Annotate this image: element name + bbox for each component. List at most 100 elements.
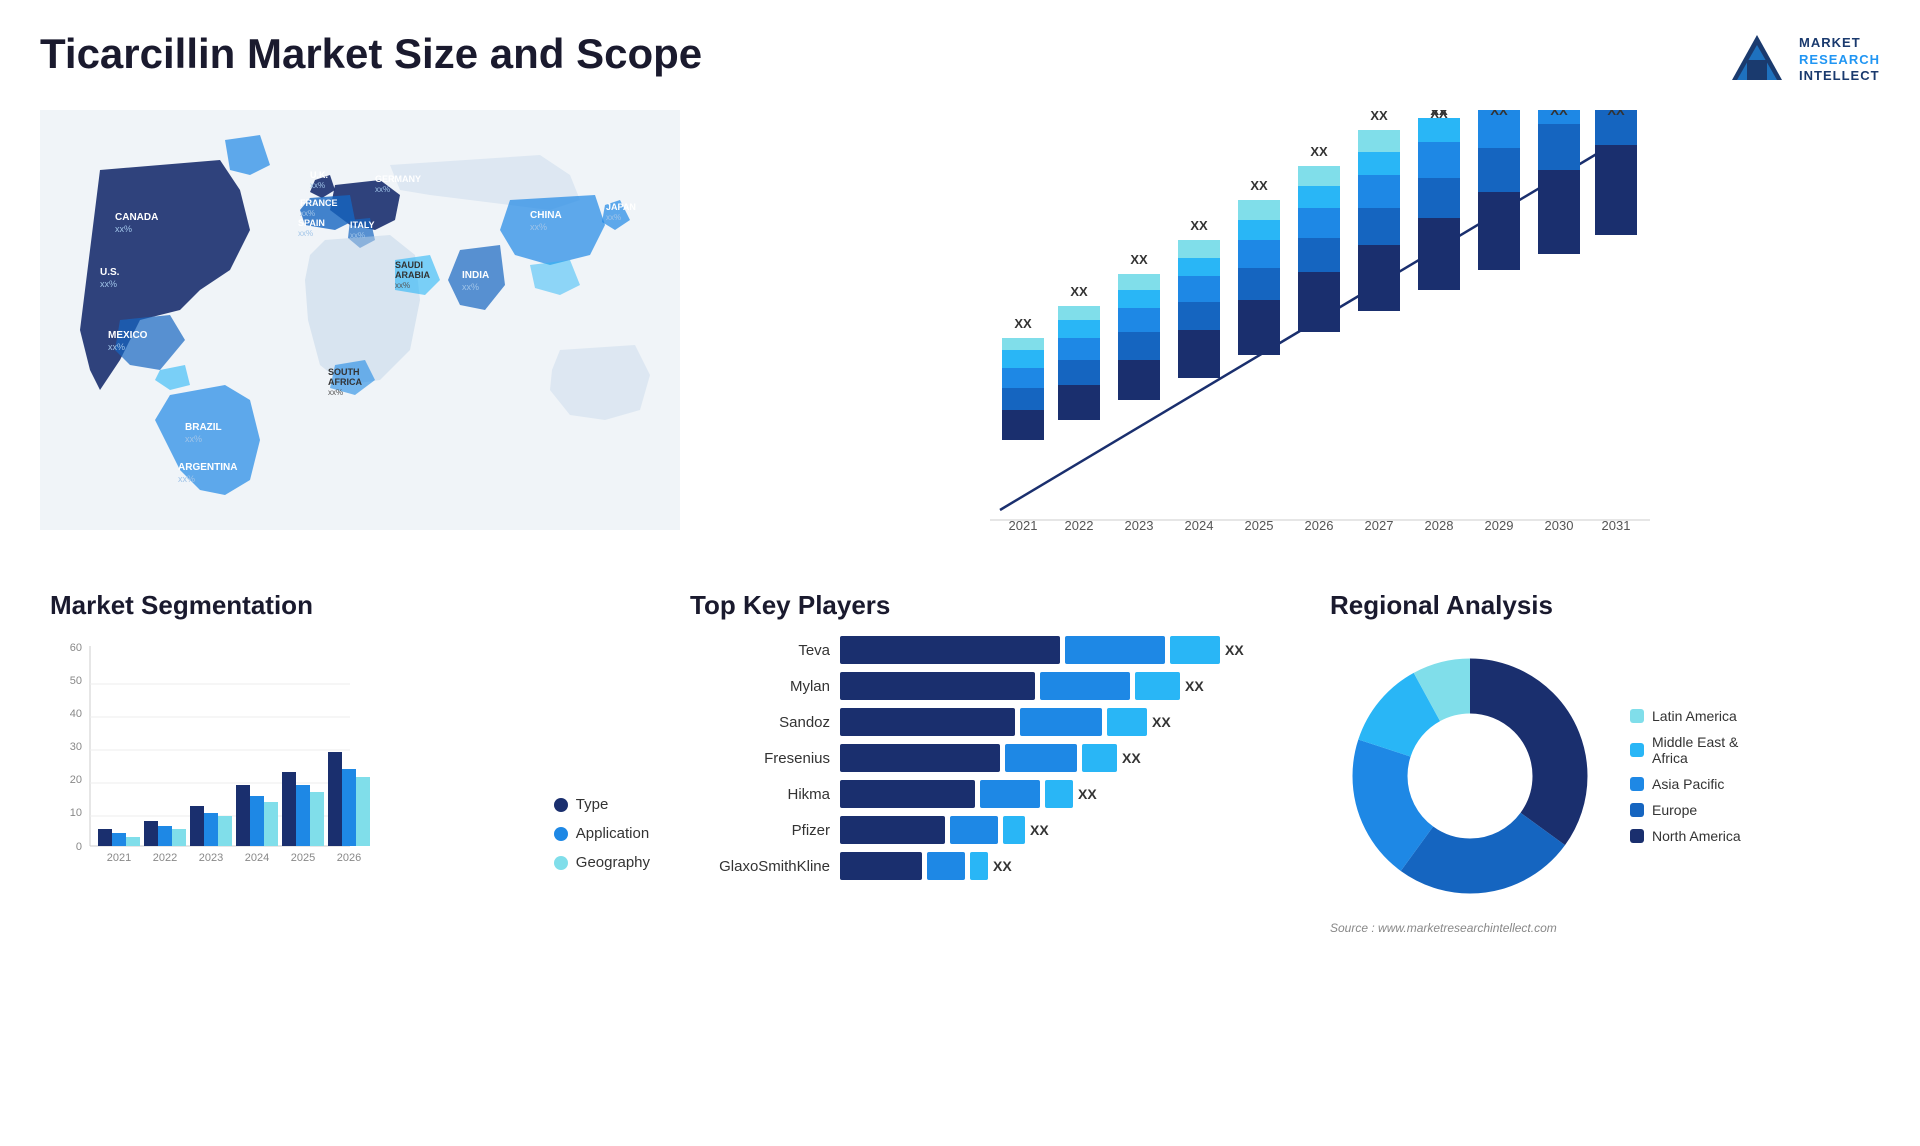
- svg-text:2025: 2025: [291, 852, 315, 864]
- svg-text:xx%: xx%: [462, 282, 479, 292]
- player-bar-mid-teva: [1065, 636, 1165, 664]
- svg-text:JAPAN: JAPAN: [606, 202, 636, 212]
- player-bar-light-hikma: [1045, 780, 1073, 808]
- logo: MARKET RESEARCH INTELLECT: [1727, 30, 1880, 90]
- svg-text:XX: XX: [1607, 110, 1625, 118]
- page-title: Ticarcillin Market Size and Scope: [40, 30, 702, 78]
- player-bar-dark-mylan: [840, 672, 1035, 700]
- player-label-sandoz: XX: [1152, 714, 1171, 730]
- player-bar-mid-mylan: [1040, 672, 1130, 700]
- svg-text:xx%: xx%: [530, 222, 547, 232]
- player-bar-mid-hikma: [980, 780, 1040, 808]
- dot-north-america: [1630, 829, 1644, 843]
- svg-text:xx%: xx%: [310, 181, 325, 190]
- svg-text:U.K.: U.K.: [310, 170, 328, 180]
- svg-text:AFRICA: AFRICA: [328, 377, 362, 387]
- player-bar-mid-gsk: [927, 852, 965, 880]
- svg-text:2022: 2022: [153, 852, 177, 864]
- seg-chart: 0 10 20 30 40 50 60: [50, 636, 534, 901]
- svg-text:2024: 2024: [245, 852, 269, 864]
- legend-europe: Europe: [1630, 802, 1741, 818]
- svg-text:XX: XX: [1190, 218, 1208, 233]
- legend-dot-application: [554, 827, 568, 841]
- player-bar-pfizer: XX: [840, 816, 1290, 844]
- dot-latin-america: [1630, 709, 1644, 723]
- svg-text:xx%: xx%: [606, 213, 621, 222]
- svg-text:U.S.: U.S.: [100, 267, 120, 278]
- seg-chart-svg: 0 10 20 30 40 50 60: [50, 636, 370, 896]
- svg-text:SPAIN: SPAIN: [298, 218, 325, 228]
- svg-text:xx%: xx%: [350, 231, 365, 240]
- player-label-gsk: XX: [993, 858, 1012, 874]
- dot-europe: [1630, 803, 1644, 817]
- legend-type: Type: [554, 796, 650, 813]
- player-bar-light-sandoz: [1107, 708, 1147, 736]
- svg-text:xx%: xx%: [375, 185, 390, 194]
- svg-text:xx%: xx%: [395, 281, 410, 290]
- svg-text:30: 30: [70, 741, 82, 753]
- player-row-hikma: Hikma XX: [690, 780, 1290, 808]
- player-label-mylan: XX: [1185, 678, 1204, 694]
- bar-chart-section: XX 2021 XX 2022 XX 2023: [700, 100, 1900, 580]
- canada-label: CANADA: [115, 212, 158, 223]
- player-name-mylan: Mylan: [690, 678, 830, 695]
- player-bar-dark-pfizer: [840, 816, 945, 844]
- svg-text:2023: 2023: [199, 852, 223, 864]
- svg-text:xx%: xx%: [178, 474, 195, 484]
- legend-north-america: North America: [1630, 828, 1741, 844]
- map-section: CANADA xx% U.S. xx% MEXICO xx% BRAZIL xx…: [20, 100, 700, 580]
- svg-text:ARABIA: ARABIA: [395, 270, 430, 280]
- player-bar-light-mylan: [1135, 672, 1180, 700]
- seg-chart-area: 0 10 20 30 40 50 60: [50, 636, 650, 901]
- svg-text:xx%: xx%: [328, 388, 343, 397]
- svg-text:40: 40: [70, 708, 82, 720]
- svg-text:SAUDI: SAUDI: [395, 260, 423, 270]
- legend-dot-geography: [554, 856, 568, 870]
- svg-text:SOUTH: SOUTH: [328, 367, 360, 377]
- player-bar-mid-pfizer: [950, 816, 998, 844]
- world-map: CANADA xx% U.S. xx% MEXICO xx% BRAZIL xx…: [40, 110, 680, 530]
- svg-text:XX: XX: [1370, 110, 1388, 123]
- donut-chart-svg: [1330, 636, 1610, 916]
- svg-text:GERMANY: GERMANY: [375, 174, 421, 184]
- svg-text:xx%: xx%: [115, 224, 132, 234]
- player-bar-dark-sandoz: [840, 708, 1015, 736]
- header: Ticarcillin Market Size and Scope MARKET…: [0, 0, 1920, 100]
- player-bar-light-teva: [1170, 636, 1220, 664]
- svg-text:INDIA: INDIA: [462, 270, 489, 281]
- player-bar-mid-sandoz: [1020, 708, 1102, 736]
- svg-text:CHINA: CHINA: [530, 210, 562, 221]
- legend-geography: Geography: [554, 854, 650, 871]
- svg-text:BRAZIL: BRAZIL: [185, 422, 222, 433]
- bottom-sections: Market Segmentation 0 10 20 30 40 50: [20, 580, 1900, 945]
- legend-application: Application: [554, 825, 650, 842]
- player-bar-hikma: XX: [840, 780, 1290, 808]
- bar-chart-svg: XX 2021 XX 2022 XX 2023: [720, 110, 1860, 550]
- svg-text:xx%: xx%: [185, 434, 202, 444]
- player-name-sandoz: Sandoz: [690, 714, 830, 731]
- player-name-pfizer: Pfizer: [690, 822, 830, 839]
- players-section: Top Key Players Teva XX Mylan: [680, 590, 1300, 935]
- svg-text:XX: XX: [1130, 252, 1148, 267]
- player-bar-mid-fresenius: [1005, 744, 1077, 772]
- player-bar-dark-hikma: [840, 780, 975, 808]
- svg-text:FRANCE: FRANCE: [300, 198, 338, 208]
- svg-text:XX: XX: [1550, 110, 1568, 118]
- players-title: Top Key Players: [690, 590, 1290, 621]
- bar-chart-container: XX 2021 XX 2022 XX 2023: [720, 110, 1860, 530]
- player-bar-mylan: XX: [840, 672, 1290, 700]
- player-name-fresenius: Fresenius: [690, 750, 830, 767]
- player-row-pfizer: Pfizer XX: [690, 816, 1290, 844]
- svg-text:XX: XX: [1490, 110, 1508, 118]
- svg-text:xx%: xx%: [100, 279, 117, 289]
- player-bar-fresenius: XX: [840, 744, 1290, 772]
- regional-title: Regional Analysis: [1330, 590, 1870, 621]
- player-bar-dark-teva: [840, 636, 1060, 664]
- svg-text:XX: XX: [1014, 316, 1032, 331]
- legend-mea: Middle East &Africa: [1630, 734, 1741, 766]
- regional-legend: Latin America Middle East &Africa Asia P…: [1630, 708, 1741, 844]
- player-row-mylan: Mylan XX: [690, 672, 1290, 700]
- svg-text:XX: XX: [1250, 178, 1268, 193]
- legend-dot-type: [554, 798, 568, 812]
- player-row-teva: Teva XX: [690, 636, 1290, 664]
